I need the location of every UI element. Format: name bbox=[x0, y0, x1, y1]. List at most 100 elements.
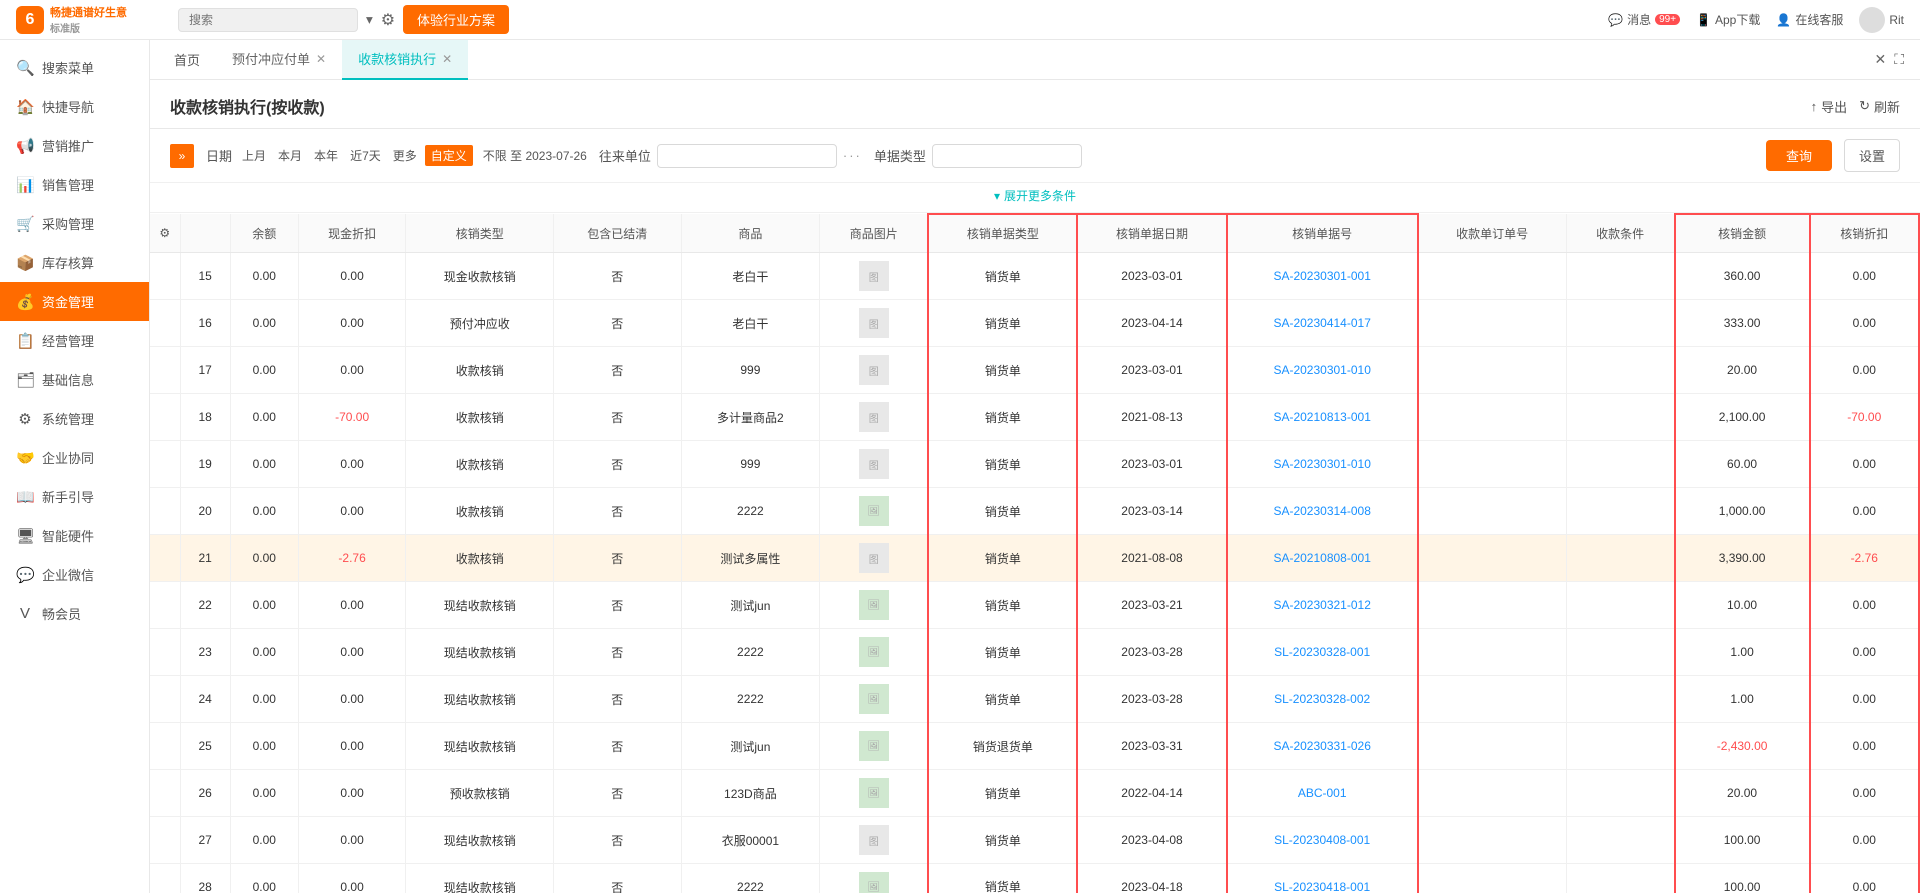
sidebar-item-hardware[interactable]: 🖥 智能硬件 bbox=[0, 516, 149, 555]
table-row: 18 0.00 -70.00 收款核销 否 多计量商品2 图 销货单 2021-… bbox=[150, 394, 1919, 441]
voucher-no-link[interactable]: SA-20230314-008 bbox=[1273, 504, 1370, 518]
messages-button[interactable]: 💬 消息 99+ bbox=[1608, 11, 1680, 28]
voucher-no-link[interactable]: SL-20230408-001 bbox=[1274, 833, 1370, 847]
cell-collection-order-no bbox=[1418, 770, 1566, 817]
sidebar-item-collab[interactable]: 🤝 企业协同 bbox=[0, 438, 149, 477]
voucher-no-link[interactable]: SA-20230301-010 bbox=[1273, 363, 1370, 377]
date-7days[interactable]: 近7天 bbox=[346, 145, 385, 166]
app-logo-icon: 6 bbox=[16, 6, 44, 34]
sidebar-item-member[interactable]: V 畅会员 bbox=[0, 594, 149, 633]
date-last-month[interactable]: 上月 bbox=[238, 145, 270, 166]
th-balance: 余额 bbox=[230, 214, 298, 253]
date-this-year[interactable]: 本年 bbox=[310, 145, 342, 166]
app-download-button[interactable]: 📱 App下载 bbox=[1696, 11, 1760, 28]
filter-expand-button[interactable]: » bbox=[170, 144, 194, 168]
voucher-no-link[interactable]: ABC-001 bbox=[1298, 786, 1347, 800]
cell-balance: 0.00 bbox=[230, 441, 298, 488]
cell-goods-img: 图 bbox=[820, 817, 929, 864]
expand-more-icon: ▾ bbox=[994, 189, 1000, 203]
sidebar-item-guide[interactable]: 📖 新手引导 bbox=[0, 477, 149, 516]
voucher-no-link[interactable]: SL-20230328-002 bbox=[1274, 692, 1370, 706]
cell-write-off-amount: 100.00 bbox=[1675, 817, 1810, 864]
voucher-no-link[interactable]: SL-20230418-001 bbox=[1274, 880, 1370, 893]
tab-prepay[interactable]: 预付冲应付单 ✕ bbox=[216, 40, 342, 80]
cell-cash-discount: 0.00 bbox=[298, 347, 406, 394]
sidebar-item-wechat[interactable]: 💬 企业微信 bbox=[0, 555, 149, 594]
cell-collection-order-no bbox=[1418, 864, 1566, 893]
settings-icon-button[interactable]: ⚙ bbox=[381, 10, 395, 30]
top-search-input[interactable] bbox=[178, 8, 358, 32]
cell-collection-condition bbox=[1566, 676, 1675, 723]
sidebar-item-sales[interactable]: 📊 销售管理 bbox=[0, 165, 149, 204]
sidebar-item-finance[interactable]: 💰 资金管理 bbox=[0, 282, 149, 321]
online-service-button[interactable]: 👤 在线客服 bbox=[1776, 11, 1843, 28]
from-unit-input[interactable] bbox=[657, 144, 837, 168]
tab-prepay-close[interactable]: ✕ bbox=[316, 52, 326, 66]
tab-close-button[interactable]: ✕ bbox=[1874, 51, 1886, 68]
cell-goods: 测试多属性 bbox=[681, 535, 820, 582]
voucher-no-link[interactable]: SA-20230331-026 bbox=[1273, 739, 1370, 753]
sidebar-item-shortcuts[interactable]: 🏠 快捷导航 bbox=[0, 87, 149, 126]
cell-seq: 28 bbox=[180, 864, 230, 893]
date-more[interactable]: 更多 bbox=[389, 145, 421, 166]
sidebar-item-marketing[interactable]: 📢 营销推广 bbox=[0, 126, 149, 165]
service-icon: 👤 bbox=[1776, 13, 1791, 27]
cell-voucher-no: SL-20230418-001 bbox=[1227, 864, 1418, 893]
sidebar-item-inventory[interactable]: 📦 库存核算 bbox=[0, 243, 149, 282]
dropdown-button[interactable]: ▾ bbox=[366, 12, 373, 28]
sidebar-item-system[interactable]: ⚙ 系统管理 bbox=[0, 399, 149, 438]
industry-solution-button[interactable]: 体验行业方案 bbox=[403, 5, 509, 34]
voucher-no-link[interactable]: SA-20210808-001 bbox=[1273, 551, 1370, 565]
sidebar-item-search[interactable]: 🔍 搜索菜单 bbox=[0, 48, 149, 87]
query-button[interactable]: 查询 bbox=[1766, 140, 1832, 171]
cell-goods-img: 🖼 bbox=[820, 629, 929, 676]
cell-gear bbox=[150, 300, 180, 347]
date-custom[interactable]: 自定义 bbox=[425, 145, 473, 166]
sidebar-item-purchase[interactable]: 🛒 采购管理 bbox=[0, 204, 149, 243]
cell-write-off-discount: 0.00 bbox=[1810, 300, 1920, 347]
cell-voucher-type: 销货单 bbox=[928, 347, 1077, 394]
cell-goods: 999 bbox=[681, 441, 820, 488]
voucher-no-link[interactable]: SA-20230301-001 bbox=[1273, 269, 1370, 283]
voucher-no-link[interactable]: SA-20230321-012 bbox=[1273, 598, 1370, 612]
voucher-no-link[interactable]: SA-20230301-010 bbox=[1273, 457, 1370, 471]
cell-voucher-type: 销货单 bbox=[928, 676, 1077, 723]
cell-voucher-date: 2021-08-13 bbox=[1077, 394, 1226, 441]
export-button[interactable]: ↑ 导出 bbox=[1811, 97, 1848, 116]
cell-write-off-discount: 0.00 bbox=[1810, 347, 1920, 394]
cell-balance: 0.00 bbox=[230, 253, 298, 300]
cell-write-off-amount: 1.00 bbox=[1675, 629, 1810, 676]
tab-collection-close[interactable]: ✕ bbox=[442, 52, 452, 66]
cell-balance: 0.00 bbox=[230, 723, 298, 770]
table-header-row: ⚙ 余额 现金折扣 核销类型 包含已结清 商品 商品图片 核销单据类型 核销单据… bbox=[150, 214, 1919, 253]
cell-write-off-discount: 0.00 bbox=[1810, 582, 1920, 629]
voucher-no-link[interactable]: SA-20230414-017 bbox=[1273, 316, 1370, 330]
marketing-icon: 📢 bbox=[16, 137, 34, 155]
refresh-button[interactable]: ↻ 刷新 bbox=[1859, 97, 1900, 116]
cell-write-off-discount: 0.00 bbox=[1810, 817, 1920, 864]
tab-home[interactable]: 首页 bbox=[158, 40, 216, 80]
table-area[interactable]: ⚙ 余额 现金折扣 核销类型 包含已结清 商品 商品图片 核销单据类型 核销单据… bbox=[150, 213, 1920, 893]
date-this-month[interactable]: 本月 bbox=[274, 145, 306, 166]
voucher-type-select[interactable] bbox=[932, 144, 1082, 168]
system-icon: ⚙ bbox=[16, 410, 34, 428]
cell-include-settled: 否 bbox=[553, 864, 681, 893]
expand-more-button[interactable]: ▾ 展开更多条件 bbox=[994, 187, 1076, 204]
sidebar-item-basic[interactable]: 🗂 基础信息 bbox=[0, 360, 149, 399]
voucher-no-link[interactable]: SL-20230328-001 bbox=[1274, 645, 1370, 659]
setting-button[interactable]: 设置 bbox=[1844, 139, 1900, 172]
cell-goods-img: 图 bbox=[820, 394, 929, 441]
cell-write-off-type: 收款核销 bbox=[406, 441, 553, 488]
sidebar-item-operations[interactable]: 📋 经营管理 bbox=[0, 321, 149, 360]
user-profile[interactable]: Rit bbox=[1859, 7, 1904, 33]
voucher-no-link[interactable]: SA-20210813-001 bbox=[1273, 410, 1370, 424]
cell-voucher-date: 2023-03-31 bbox=[1077, 723, 1226, 770]
tab-collection[interactable]: 收款核销执行 ✕ bbox=[342, 40, 468, 80]
goods-image: 🖼 bbox=[859, 872, 889, 893]
cell-seq: 23 bbox=[180, 629, 230, 676]
cell-collection-order-no bbox=[1418, 629, 1566, 676]
main-layout: 🔍 搜索菜单 🏠 快捷导航 📢 营销推广 📊 销售管理 🛒 采购管理 📦 库存核… bbox=[0, 40, 1920, 893]
date-shortcuts: 上月 本月 本年 近7天 更多 自定义 bbox=[238, 145, 473, 166]
th-gear[interactable]: ⚙ bbox=[150, 214, 180, 253]
tab-expand-button[interactable]: ⛶ bbox=[1894, 51, 1904, 68]
